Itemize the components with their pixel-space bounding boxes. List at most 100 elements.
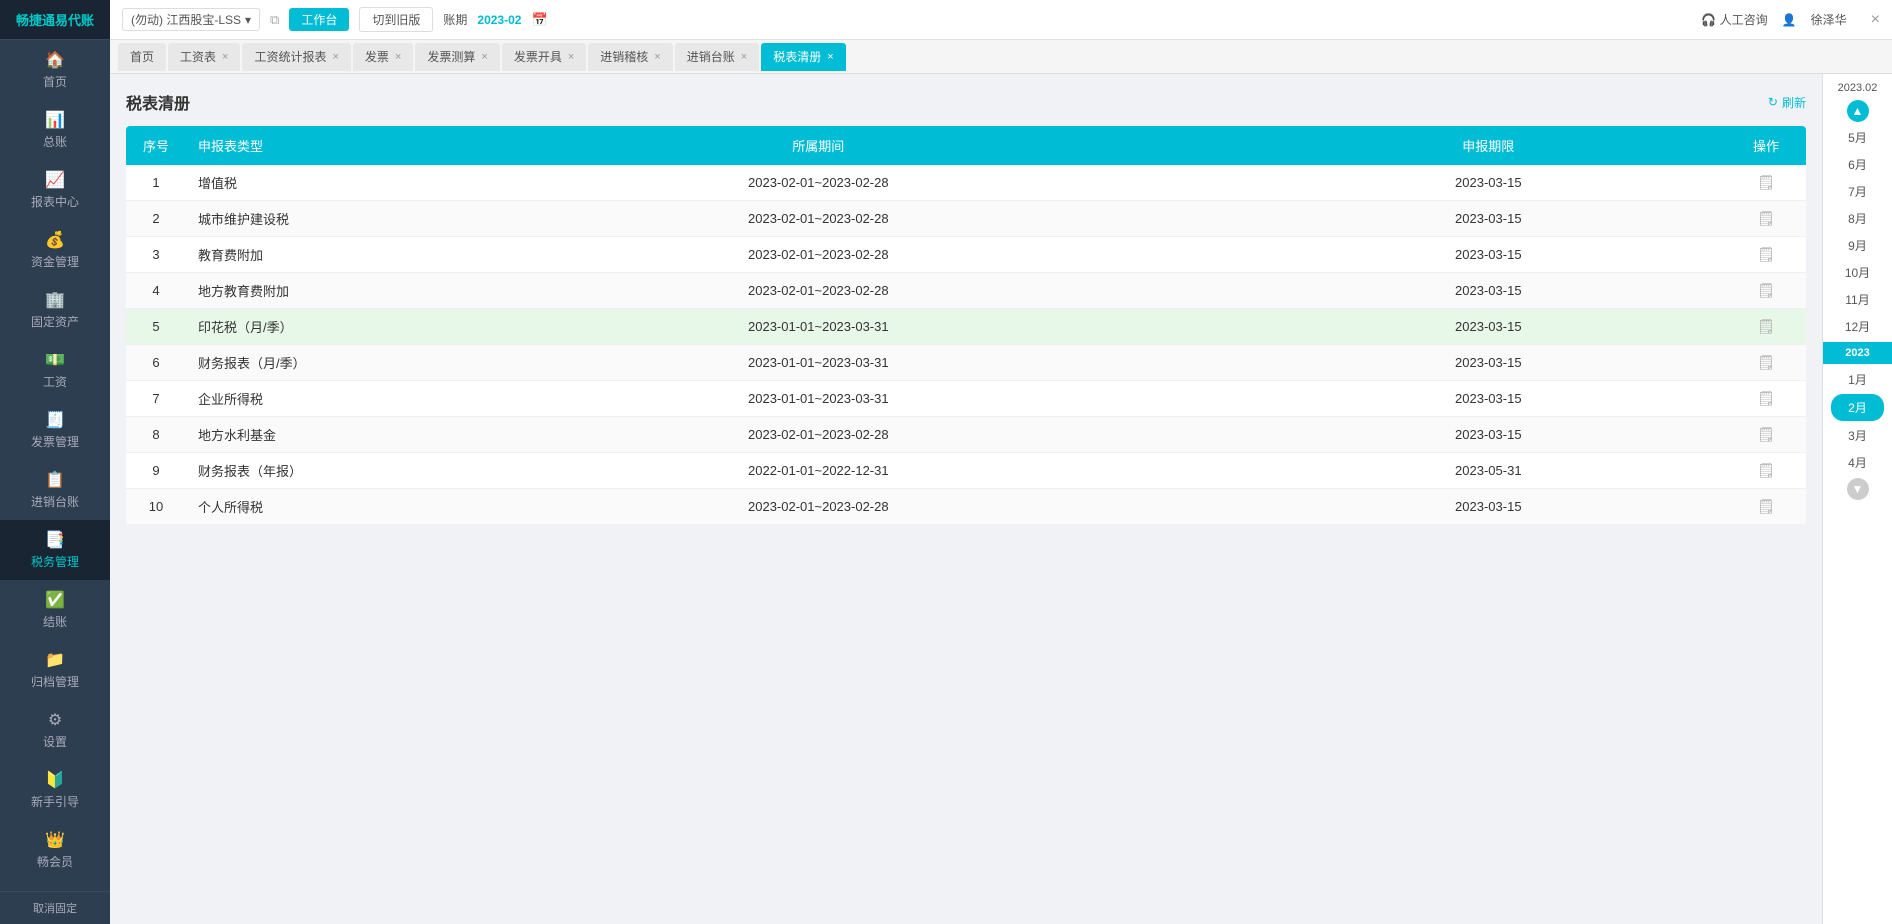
file-action-icon[interactable]: 🗒	[1757, 174, 1775, 190]
sidebar-item-salary[interactable]: 💵 工资	[0, 340, 110, 400]
file-action-icon[interactable]: 🗒	[1757, 390, 1775, 406]
user-avatar[interactable]: 👤	[1782, 13, 1797, 27]
sidebar-item-invoice[interactable]: 🧾 发票管理	[0, 400, 110, 460]
cell-type: 财务报表（年报）	[186, 453, 386, 489]
date-month-7[interactable]: 7月	[1823, 178, 1892, 205]
tab-purchase-ledger[interactable]: 进销台账 ×	[675, 43, 759, 71]
calendar-icon[interactable]: 📅	[531, 12, 547, 28]
cell-id: 10	[126, 489, 186, 525]
file-action-icon[interactable]: 🗒	[1757, 282, 1775, 298]
cell-id: 7	[126, 381, 186, 417]
cell-period: 2023-01-01~2023-03-31	[386, 345, 1251, 381]
cell-period: 2023-02-01~2023-02-28	[386, 201, 1251, 237]
ledger-icon: 📊	[45, 110, 65, 130]
cell-period: 2022-01-01~2022-12-31	[386, 453, 1251, 489]
tab-close-icon[interactable]: ×	[654, 51, 660, 63]
tab-close-icon[interactable]: ×	[481, 51, 487, 63]
cell-type: 增值税	[186, 165, 386, 201]
file-action-icon[interactable]: 🗒	[1757, 246, 1775, 262]
date-month-11[interactable]: 11月	[1823, 286, 1892, 313]
copy-icon[interactable]: ⧉	[270, 12, 279, 28]
file-action-icon[interactable]: 🗒	[1757, 498, 1775, 514]
tab-close-icon[interactable]: ×	[395, 51, 401, 63]
tab-close-icon[interactable]: ×	[222, 51, 228, 63]
date-month-2[interactable]: 2月	[1831, 394, 1884, 421]
workspace-button[interactable]: 工作台	[289, 8, 349, 31]
company-selector[interactable]: (勿动) 江西股宝-LSS ▾	[122, 8, 260, 31]
file-action-icon[interactable]: 🗒	[1757, 354, 1775, 370]
file-action-icon[interactable]: 🗒	[1757, 210, 1775, 226]
page-header: 税表清册 ↻ 刷新	[126, 90, 1806, 114]
period-value: 2023-02	[477, 13, 521, 27]
cell-period: 2023-01-01~2023-03-31	[386, 309, 1251, 345]
tab-salary-stats[interactable]: 工资统计报表 ×	[242, 43, 350, 71]
tab-close-icon[interactable]: ×	[568, 51, 574, 63]
tab-close-icon[interactable]: ×	[827, 51, 833, 63]
cell-id: 9	[126, 453, 186, 489]
settings-icon: ⚙	[48, 710, 62, 730]
cell-deadline: 2023-03-15	[1251, 273, 1726, 309]
date-month-5[interactable]: 5月	[1823, 124, 1892, 151]
sidebar-item-purchase-sales[interactable]: 📋 进销台账	[0, 460, 110, 520]
sidebar-item-guide[interactable]: 🔰 新手引导	[0, 760, 110, 820]
date-month-4[interactable]: 4月	[1823, 449, 1892, 476]
user-name: 徐泽华	[1811, 11, 1847, 28]
unpin-button[interactable]: 取消固定	[0, 891, 110, 924]
cell-action: 🗒	[1726, 309, 1806, 345]
date-down-button[interactable]: ▼	[1847, 478, 1869, 500]
tab-home[interactable]: 首页	[118, 43, 166, 71]
close-button[interactable]: ×	[1871, 11, 1880, 29]
cell-action: 🗒	[1726, 345, 1806, 381]
tab-close-icon[interactable]: ×	[741, 51, 747, 63]
sidebar-item-archive[interactable]: 📁 归档管理	[0, 640, 110, 700]
settle-icon: ✅	[45, 590, 65, 610]
cell-period: 2023-02-01~2023-02-28	[386, 165, 1251, 201]
headset-icon: 🎧	[1701, 13, 1716, 27]
cell-period: 2023-01-01~2023-03-31	[386, 381, 1251, 417]
sidebar-item-settle[interactable]: ✅ 结账	[0, 580, 110, 640]
sidebar-item-ledger[interactable]: 📊 总账	[0, 100, 110, 160]
refresh-button[interactable]: ↻ 刷新	[1768, 94, 1806, 111]
date-month-1[interactable]: 1月	[1823, 366, 1892, 393]
col-type: 申报表类型	[186, 126, 386, 165]
cell-deadline: 2023-05-31	[1251, 453, 1726, 489]
date-month-3[interactable]: 3月	[1823, 422, 1892, 449]
file-action-icon[interactable]: 🗒	[1757, 462, 1775, 478]
tab-home-label: 首页	[130, 48, 154, 65]
date-up-button[interactable]: ▲	[1847, 100, 1869, 122]
sidebar-item-funds[interactable]: 💰 资金管理	[0, 220, 110, 280]
tab-close-icon[interactable]: ×	[332, 51, 338, 63]
cell-deadline: 2023-03-15	[1251, 489, 1726, 525]
tab-invoice-calc[interactable]: 发票测算 ×	[415, 43, 499, 71]
sidebar-item-assets[interactable]: 🏢 固定资产	[0, 280, 110, 340]
date-panel-header: 2023.02	[1838, 78, 1878, 98]
date-month-8[interactable]: 8月	[1823, 205, 1892, 232]
human-consult-button[interactable]: 🎧 人工咨询	[1701, 11, 1767, 28]
cell-type: 地方水利基金	[186, 417, 386, 453]
report-icon: 📈	[45, 170, 65, 190]
tab-purchase-check[interactable]: 进销稽核 ×	[588, 43, 672, 71]
tab-tax-list[interactable]: 税表清册 ×	[761, 43, 845, 71]
sidebar-item-member[interactable]: 👑 畅会员	[0, 820, 110, 880]
sidebar-item-home[interactable]: 🏠 首页	[0, 40, 110, 100]
sidebar-item-tax[interactable]: 📑 税务管理	[0, 520, 110, 580]
sidebar-item-reports[interactable]: 📈 报表中心	[0, 160, 110, 220]
tab-label: 税表清册	[773, 48, 821, 65]
date-month-12[interactable]: 12月	[1823, 313, 1892, 340]
date-month-9[interactable]: 9月	[1823, 232, 1892, 259]
cell-type: 教育费附加	[186, 237, 386, 273]
table-row: 8 地方水利基金 2023-02-01~2023-02-28 2023-03-1…	[126, 417, 1806, 453]
cell-action: 🗒	[1726, 381, 1806, 417]
file-action-icon[interactable]: 🗒	[1757, 426, 1775, 442]
date-month-6[interactable]: 6月	[1823, 151, 1892, 178]
cell-action: 🗒	[1726, 237, 1806, 273]
sidebar-item-settings[interactable]: ⚙ 设置	[0, 700, 110, 760]
tax-table: 序号 申报表类型 所属期间 申报期限 操作 1 增值税 2023-02-01~2…	[126, 126, 1806, 525]
tab-invoice-open[interactable]: 发票开具 ×	[502, 43, 586, 71]
tab-invoice[interactable]: 发票 ×	[353, 43, 413, 71]
date-month-10[interactable]: 10月	[1823, 259, 1892, 286]
tab-salary-table[interactable]: 工资表 ×	[168, 43, 240, 71]
topbar-right: 🎧 人工咨询 👤 徐泽华 ×	[1701, 11, 1880, 29]
file-action-icon[interactable]: 🗒	[1757, 318, 1775, 334]
switch-old-button[interactable]: 切到旧版	[359, 7, 433, 32]
